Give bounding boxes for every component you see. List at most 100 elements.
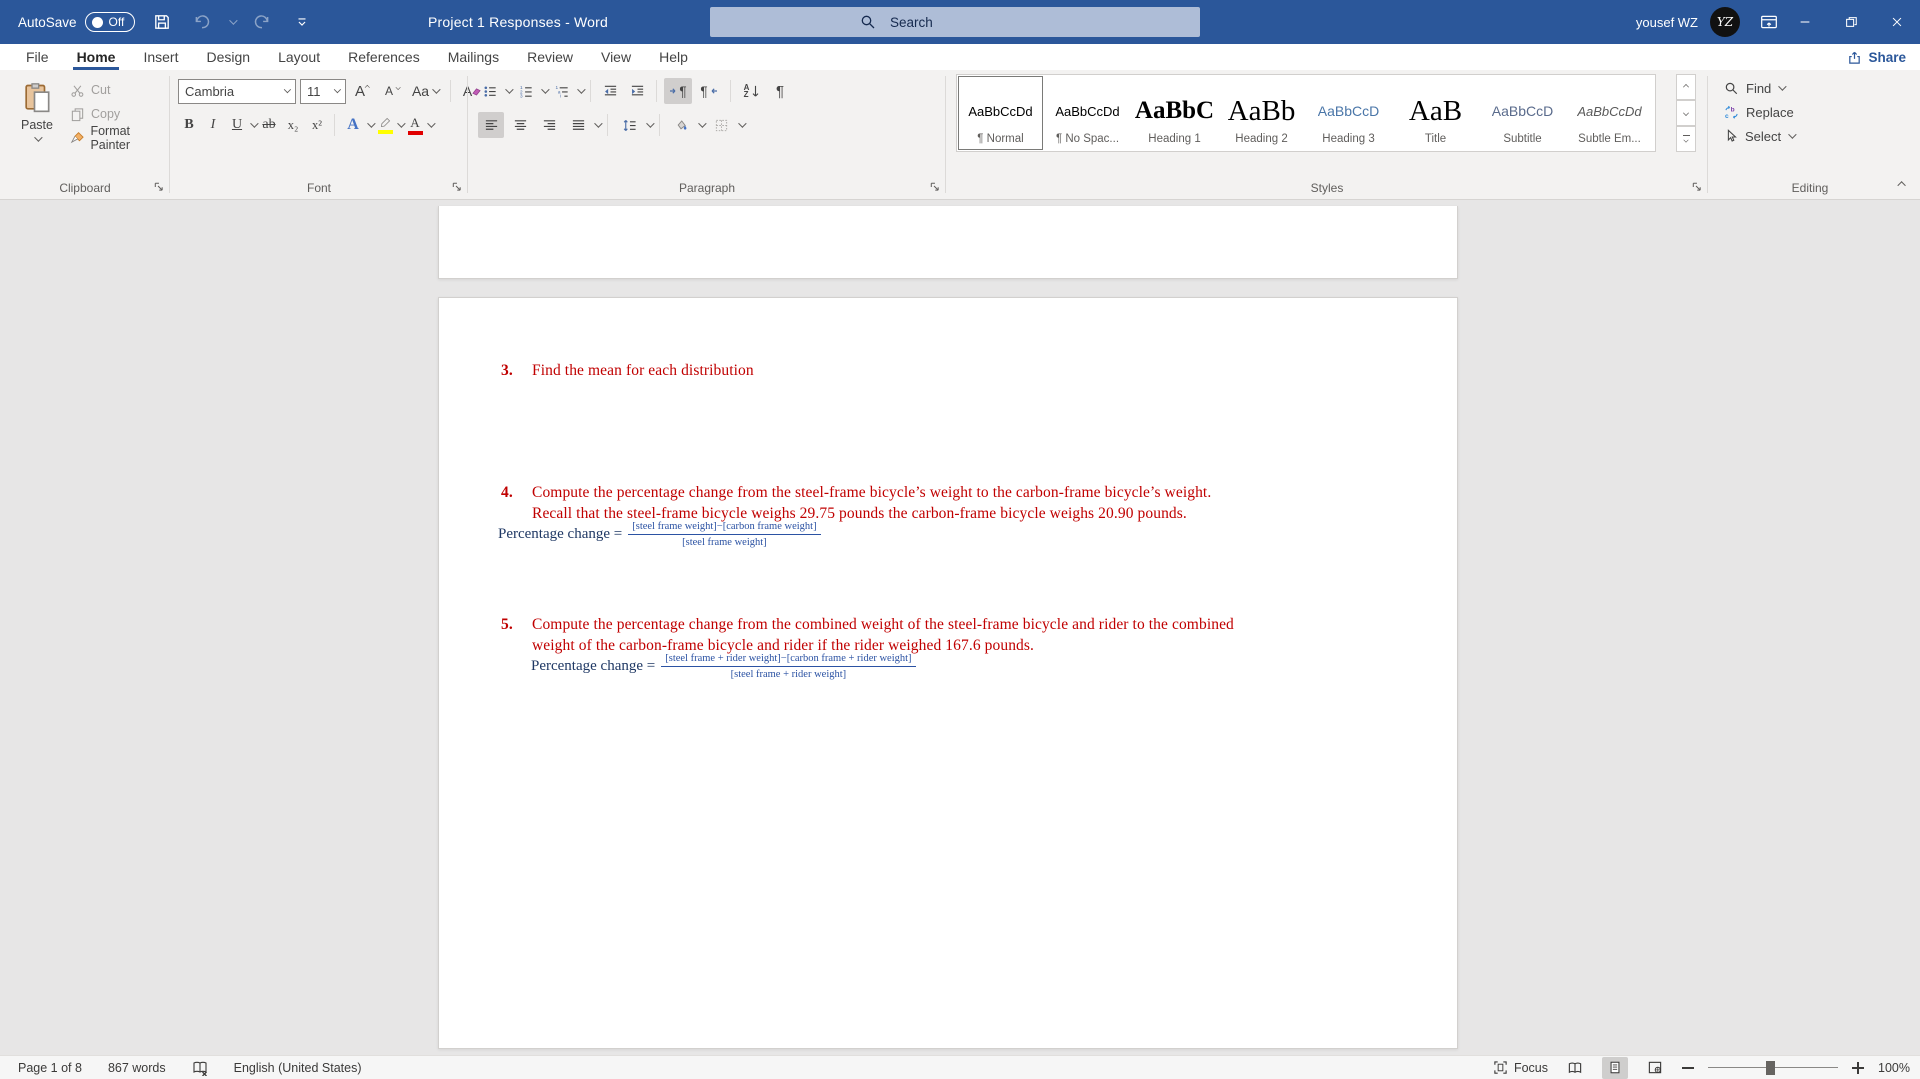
grow-font-button[interactable]: A <box>350 78 376 104</box>
bullets-button[interactable] <box>478 78 502 104</box>
cut-button[interactable]: Cut <box>70 78 110 102</box>
styles-more-button[interactable] <box>1676 126 1696 152</box>
language-indicator[interactable]: English (United States) <box>234 1061 362 1075</box>
paste-button[interactable]: Paste <box>10 74 64 192</box>
tab-layout[interactable]: Layout <box>264 44 334 70</box>
autosave-toggle[interactable]: AutoSave Off <box>18 12 136 32</box>
tab-view[interactable]: View <box>587 44 645 70</box>
share-button[interactable]: Share <box>1847 45 1906 69</box>
numbering-chevron-icon[interactable] <box>541 85 550 94</box>
clipboard-dialog-launcher[interactable] <box>151 179 165 193</box>
read-mode-button[interactable] <box>1562 1057 1588 1079</box>
collapse-ribbon-button[interactable] <box>1896 177 1910 191</box>
align-center-button[interactable] <box>507 112 533 138</box>
save-button[interactable] <box>149 7 175 37</box>
web-layout-button[interactable] <box>1642 1057 1668 1079</box>
quick-access-toolbar-button[interactable] <box>289 7 315 37</box>
styles-scroll-up-button[interactable] <box>1676 74 1696 100</box>
tab-review[interactable]: Review <box>513 44 587 70</box>
bullets-chevron-icon[interactable] <box>505 85 514 94</box>
style-title[interactable]: AaB Title <box>1392 75 1479 151</box>
user-name[interactable]: yousef WZ <box>1636 15 1698 30</box>
page-1-bottom-fragment[interactable] <box>438 206 1458 279</box>
undo-button[interactable] <box>189 7 215 37</box>
minimize-button[interactable] <box>1782 0 1828 44</box>
font-dialog-launcher[interactable] <box>449 179 463 193</box>
underline-button[interactable]: U <box>226 113 248 138</box>
select-button[interactable]: Select <box>1724 124 1797 148</box>
change-case-button[interactable]: Aa <box>408 78 442 104</box>
autosave-pill[interactable]: Off <box>84 12 136 32</box>
tab-help[interactable]: Help <box>645 44 702 70</box>
style-heading-2[interactable]: AaBb Heading 2 <box>1218 75 1305 151</box>
word-count[interactable]: 867 words <box>108 1061 166 1075</box>
zoom-out-button[interactable] <box>1682 1062 1695 1074</box>
multilevel-list-button[interactable]: 1ai <box>550 78 574 104</box>
shrink-font-button[interactable]: A <box>380 78 404 104</box>
style-subtle-emphasis[interactable]: AaBbCcDd Subtle Em... <box>1566 75 1653 151</box>
sort-button[interactable]: AZ <box>738 78 766 104</box>
italic-button[interactable]: I <box>202 113 224 138</box>
justify-chevron-icon[interactable] <box>594 119 603 128</box>
document-area[interactable]: 3. Find the mean for each distribution 4… <box>0 200 1920 1055</box>
paste-dropdown-chevron-icon[interactable] <box>34 133 43 142</box>
justify-button[interactable] <box>565 112 591 138</box>
style-no-spacing[interactable]: AaBbCcDd ¶ No Spac... <box>1044 75 1131 151</box>
borders-chevron-icon[interactable] <box>738 119 747 128</box>
shading-chevron-icon[interactable] <box>698 119 707 128</box>
ribbon-display-options-button[interactable] <box>1756 7 1782 37</box>
close-button[interactable] <box>1874 0 1920 44</box>
increase-indent-button[interactable] <box>625 78 649 104</box>
rtl-text-direction-button[interactable]: ¶ <box>695 78 723 104</box>
font-size-combobox[interactable]: 11 <box>300 78 346 104</box>
tab-references[interactable]: References <box>334 44 434 70</box>
subscript-button[interactable]: x₂ <box>282 113 304 138</box>
restore-button[interactable] <box>1828 0 1874 44</box>
line-spacing-button[interactable] <box>615 112 643 138</box>
zoom-slider[interactable] <box>1708 1057 1839 1079</box>
page-indicator[interactable]: Page 1 of 8 <box>18 1061 82 1075</box>
ltr-text-direction-button[interactable]: ¶ <box>664 78 692 104</box>
borders-button[interactable] <box>707 112 735 138</box>
format-painter-button[interactable]: Format Painter <box>70 124 170 152</box>
zoom-in-button[interactable] <box>1852 1061 1865 1074</box>
replace-button[interactable]: bc Replace <box>1724 100 1794 124</box>
line-spacing-chevron-icon[interactable] <box>646 119 655 128</box>
zoom-slider-thumb[interactable] <box>1766 1060 1776 1075</box>
undo-dropdown-chevron-icon[interactable] <box>229 16 239 25</box>
proofing-errors-button[interactable] <box>192 1060 208 1076</box>
font-name-combobox[interactable]: Cambria <box>178 78 296 104</box>
paragraph-dialog-launcher[interactable] <box>927 179 941 193</box>
styles-scroll-down-button[interactable] <box>1676 100 1696 126</box>
style-normal[interactable]: AaBbCcDd ¶ Normal <box>957 75 1044 151</box>
redo-button[interactable] <box>249 7 275 37</box>
show-paragraph-marks-button[interactable]: ¶ <box>769 78 791 104</box>
superscript-button[interactable]: x² <box>306 113 328 138</box>
zoom-level[interactable]: 100% <box>1878 1061 1910 1075</box>
tab-insert[interactable]: Insert <box>129 44 192 70</box>
styles-dialog-launcher[interactable] <box>1689 179 1703 193</box>
page-2[interactable]: 3. Find the mean for each distribution 4… <box>438 297 1458 1049</box>
search-input[interactable]: Search <box>710 7 1200 37</box>
find-button[interactable]: Find <box>1724 76 1787 100</box>
text-highlight-button[interactable] <box>375 113 395 138</box>
text-effects-button[interactable]: A <box>341 112 365 138</box>
tab-design[interactable]: Design <box>192 44 264 70</box>
user-avatar[interactable]: YZ <box>1710 7 1740 37</box>
print-layout-button[interactable] <box>1602 1056 1629 1079</box>
align-right-button[interactable] <box>536 112 562 138</box>
font-color-button[interactable]: A <box>405 113 425 138</box>
tab-home[interactable]: Home <box>63 44 130 70</box>
tab-file[interactable]: File <box>12 44 63 70</box>
align-left-button[interactable] <box>478 112 504 138</box>
decrease-indent-button[interactable] <box>598 78 622 104</box>
bold-button[interactable]: B <box>178 113 200 138</box>
style-heading-1[interactable]: AaBbC Heading 1 <box>1131 75 1218 151</box>
style-subtitle[interactable]: AaBbCcD Subtitle <box>1479 75 1566 151</box>
focus-mode-button[interactable]: Focus <box>1493 1060 1548 1075</box>
numbering-button[interactable]: 123 <box>514 78 538 104</box>
multilevel-chevron-icon[interactable] <box>577 85 586 94</box>
strikethrough-button[interactable]: ab <box>258 113 280 138</box>
style-heading-3[interactable]: AaBbCcD Heading 3 <box>1305 75 1392 151</box>
tab-mailings[interactable]: Mailings <box>434 44 513 70</box>
